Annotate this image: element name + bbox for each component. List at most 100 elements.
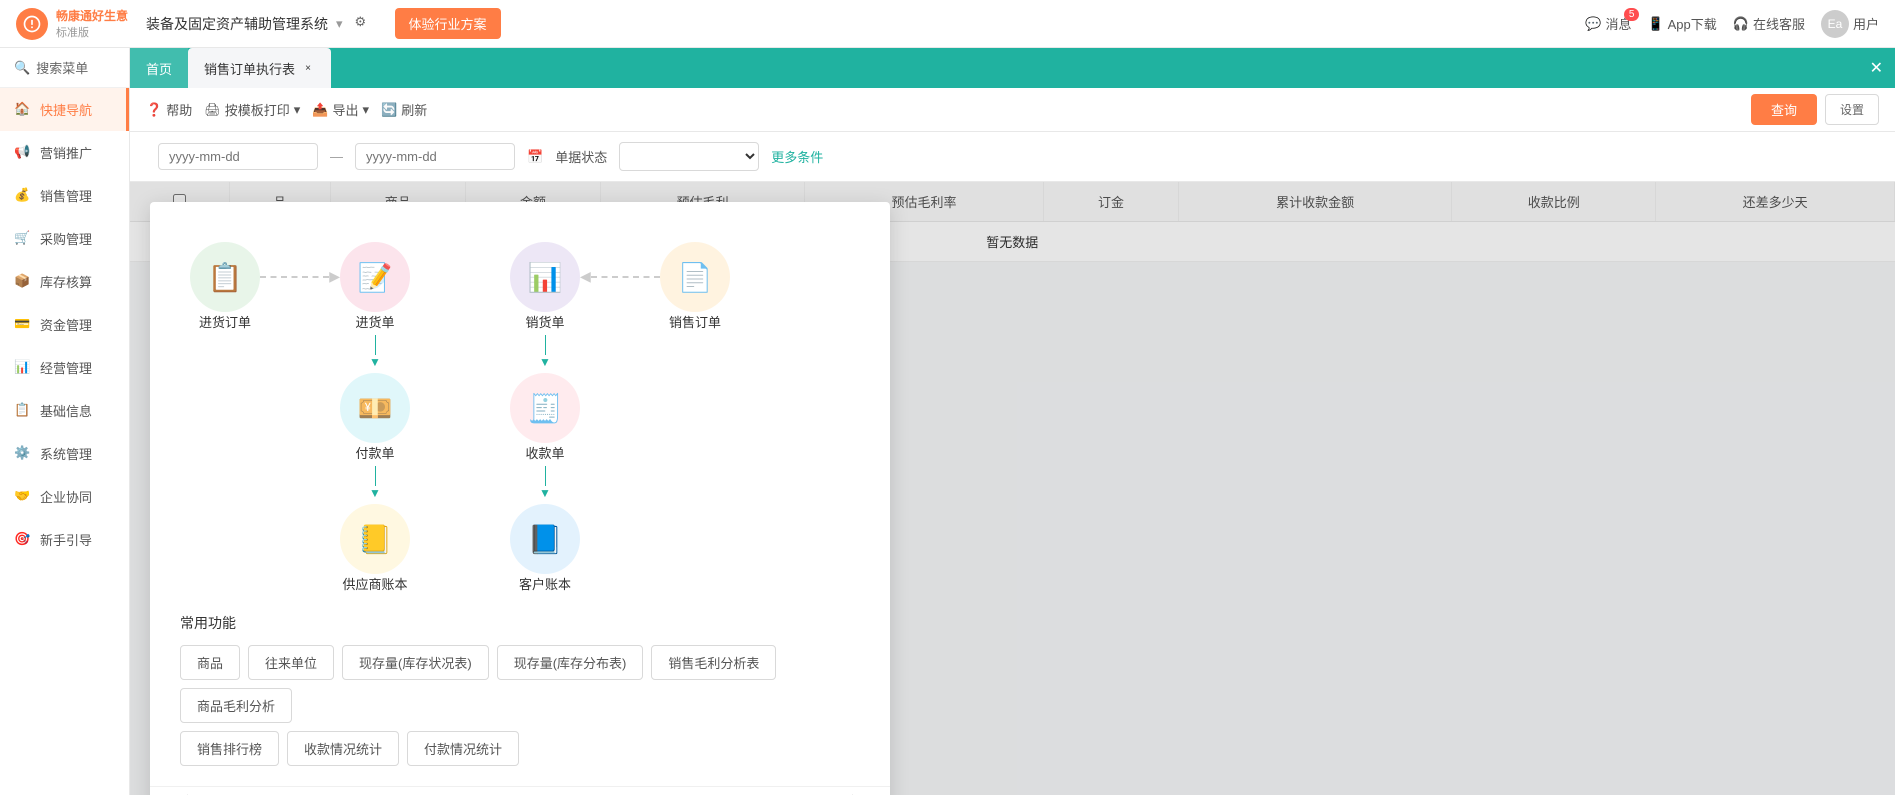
purchase-bill-node[interactable]: 📝	[340, 242, 410, 312]
flow-col-supplier: 📒 供应商账本	[340, 504, 410, 593]
tab-home[interactable]: 首页	[130, 48, 188, 88]
sidebar-item-inventory[interactable]: 📦 库存核算	[0, 260, 129, 303]
more-conditions-btn[interactable]: 更多条件	[771, 147, 823, 166]
flow-col-purchase-order: 📋 进货订单	[190, 242, 260, 331]
flow-col-payment: 💴 付款单	[340, 373, 410, 462]
query-button[interactable]: 查询	[1751, 94, 1817, 125]
popup-overlay: 📋 进货订单 ▶	[130, 182, 1895, 795]
tab-sales-order[interactable]: 销售订单执行表 ×	[188, 48, 331, 88]
date-end-input[interactable]	[355, 143, 515, 170]
enterprise-icon: 🤝	[14, 488, 32, 506]
purchase-order-node[interactable]: 📋	[190, 242, 260, 312]
flow-col-sales-order: 📄 销售订单	[660, 242, 730, 331]
inventory-icon: 📦	[14, 273, 32, 291]
print-icon: 🖨	[204, 102, 221, 118]
help-icon: ❓	[146, 102, 162, 118]
func-btn-stock-status[interactable]: 现存量(库存状况表)	[342, 645, 489, 680]
receipt-label: 收款单	[525, 443, 564, 462]
user-avatar-btn[interactable]: Ea 用户	[1821, 10, 1879, 38]
settings-icon[interactable]: ⚙	[355, 14, 375, 34]
title-dropdown-icon[interactable]: ▾	[336, 16, 343, 32]
service-icon: 🎧	[1733, 16, 1749, 32]
tabs-bar: 首页 销售订单执行表 × ✕	[130, 48, 1895, 88]
customer-node[interactable]: 📘	[510, 504, 580, 574]
bill-status-select[interactable]	[619, 142, 759, 171]
main-area: 🔍 搜索菜单 🏠 快捷导航 📢 营销推广 💰 销售管理 🛒	[0, 48, 1895, 795]
customer-label: 客户账本	[519, 574, 571, 593]
global-close-btn[interactable]: ✕	[1870, 58, 1883, 78]
sales-icon: 💰	[14, 187, 32, 205]
sidebar-item-finance[interactable]: 💳 资金管理	[0, 303, 129, 346]
system-name-text: 装备及固定资产辅助管理系统	[146, 14, 328, 34]
sidebar-item-purchase[interactable]: 🛒 采购管理	[0, 217, 129, 260]
sidebar-item-operation[interactable]: 📊 经营管理	[0, 346, 129, 389]
func-btn-sales-margin[interactable]: 销售毛利分析表	[651, 645, 776, 680]
logo-text: 畅康通好生意 标准版	[56, 7, 128, 40]
func-btn-stock-dist[interactable]: 现存量(库存分布表)	[497, 645, 644, 680]
sales-bill-node[interactable]: 📊	[510, 242, 580, 312]
func-btn-product[interactable]: 商品	[180, 645, 240, 680]
template-print-btn[interactable]: 🖨 按模板打印 ▾	[204, 100, 300, 119]
top-right: 💬 消息 5 📱 App下载 🎧 在线客服 Ea 用户	[1585, 10, 1879, 38]
payment-label: 付款单	[355, 443, 394, 462]
app-wrapper: 畅康通好生意 标准版 装备及固定资产辅助管理系统 ▾ ⚙ 体验行业方案 💬 消息…	[0, 0, 1895, 795]
content-area: 首页 销售订单执行表 × ✕ ❓ 帮助 🖨 按模板打印 ▾	[130, 48, 1895, 795]
marketing-icon: 📢	[14, 144, 32, 162]
logo-area: 畅康通好生意 标准版	[16, 7, 146, 40]
flow-col-sales-bill: 📊 销货单	[510, 242, 580, 331]
search-menu-btn[interactable]: 🔍 搜索菜单	[0, 48, 129, 88]
sidebar-item-marketing[interactable]: 📢 营销推广	[0, 131, 129, 174]
supplier-node[interactable]: 📒	[340, 504, 410, 574]
common-functions-title: 常用功能	[180, 613, 860, 633]
setting-button[interactable]: 设置	[1825, 94, 1879, 125]
filter-bar: — 📅 单据状态 更多条件	[130, 132, 1895, 182]
func-btn-partner[interactable]: 往来单位	[248, 645, 334, 680]
func-btn-payment-stat[interactable]: 付款情况统计	[407, 731, 519, 766]
search-icon: 🔍	[14, 60, 30, 76]
operation-icon: 📊	[14, 359, 32, 377]
app-download-btn[interactable]: 📱 App下载	[1647, 14, 1716, 33]
logo-icon	[16, 8, 48, 40]
message-icon: 💬	[1585, 16, 1601, 32]
refresh-btn[interactable]: 🔄 刷新	[381, 100, 427, 119]
sidebar-item-enterprise[interactable]: 🤝 企业协同	[0, 475, 129, 518]
export-icon: 📤	[312, 102, 328, 118]
sidebar-item-basic-info[interactable]: 📋 基础信息	[0, 389, 129, 432]
export-btn[interactable]: 📤 导出 ▾	[312, 100, 369, 119]
popup-box: 📋 进货订单 ▶	[150, 202, 890, 795]
system-icon: ⚙️	[14, 445, 32, 463]
func-btn-receipt-stat[interactable]: 收款情况统计	[287, 731, 399, 766]
func-buttons-row-2: 销售排行榜 收款情况统计 付款情况统计	[180, 731, 860, 766]
tab-close-icon[interactable]: ×	[301, 61, 315, 75]
date-start-input[interactable]	[158, 143, 318, 170]
toolbar: ❓ 帮助 🖨 按模板打印 ▾ 📤 导出 ▾ 🔄 刷新	[130, 88, 1895, 132]
sidebar-item-sales[interactable]: 💰 销售管理	[0, 174, 129, 217]
supplier-label: 供应商账本	[342, 574, 407, 593]
finance-icon: 💳	[14, 316, 32, 334]
flow-area: 📋 进货订单 ▶	[150, 202, 890, 613]
sidebar-item-quick-guide[interactable]: 🏠 快捷导航	[0, 88, 129, 131]
experience-btn[interactable]: 体验行业方案	[395, 8, 501, 39]
message-btn[interactable]: 💬 消息 5	[1585, 14, 1631, 33]
sidebar-item-newbie[interactable]: 🎯 新手引导	[0, 518, 129, 561]
flow-col-receipt: 🧾 收款单	[510, 373, 580, 462]
sidebar: 🔍 搜索菜单 🏠 快捷导航 📢 营销推广 💰 销售管理 🛒	[0, 48, 130, 795]
system-title: 装备及固定资产辅助管理系统 ▾ ⚙ 体验行业方案	[146, 8, 1585, 39]
flow-col-customer: 📘 客户账本	[510, 504, 580, 593]
bill-status-label: 单据状态	[555, 147, 607, 166]
receipt-node[interactable]: 🧾	[510, 373, 580, 443]
page-content: 品 商品 金额 预估毛利 预估毛利率 订金 累计收款金额 收款比例 还差多少天	[130, 182, 1895, 795]
sales-bill-label: 销货单	[525, 312, 564, 331]
popup-scrollbar: ◀ ▶	[150, 786, 890, 795]
print-dropdown-icon: ▾	[294, 102, 301, 118]
func-btn-product-margin[interactable]: 商品毛利分析	[180, 688, 292, 723]
sales-order-label: 销售订单	[669, 312, 721, 331]
func-btn-sales-rank[interactable]: 销售排行榜	[180, 731, 279, 766]
purchase-bill-label: 进货单	[355, 312, 394, 331]
online-service-btn[interactable]: 🎧 在线客服	[1733, 14, 1805, 33]
calendar-icon: 📅	[527, 149, 543, 165]
sidebar-item-system[interactable]: ⚙️ 系统管理	[0, 432, 129, 475]
help-btn[interactable]: ❓ 帮助	[146, 100, 192, 119]
payment-node[interactable]: 💴	[340, 373, 410, 443]
sales-order-node[interactable]: 📄	[660, 242, 730, 312]
